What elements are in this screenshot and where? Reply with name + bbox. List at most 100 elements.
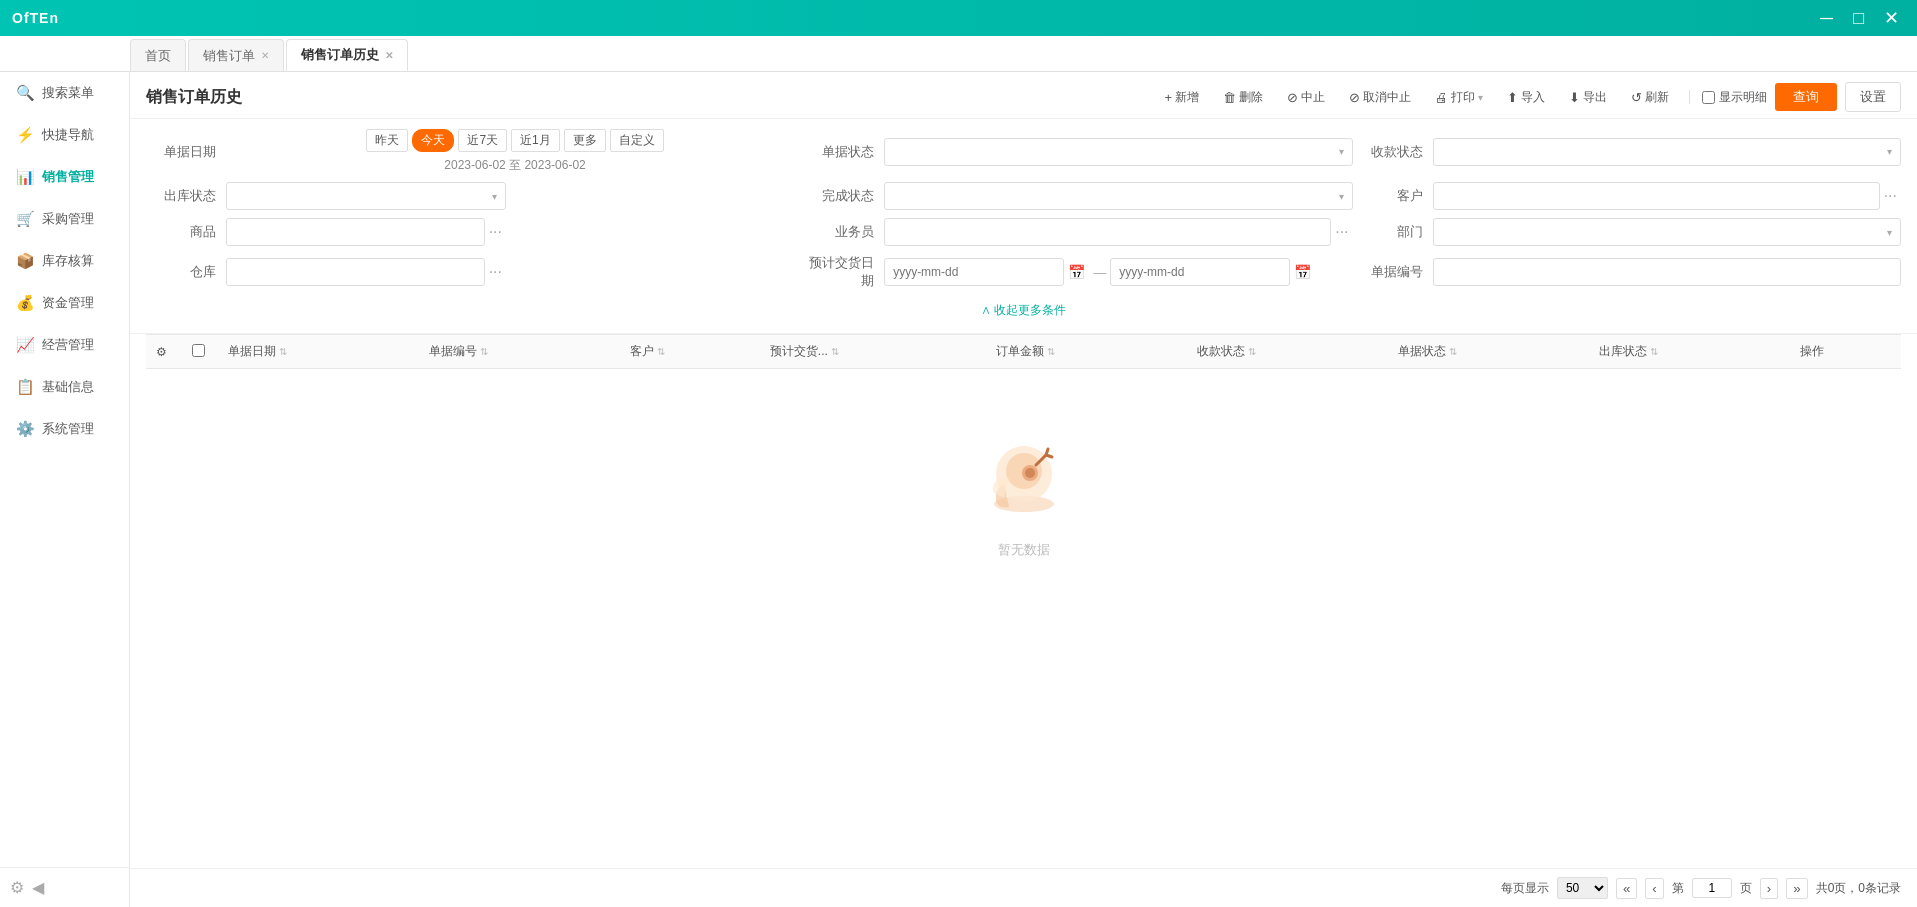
delivery-start-input[interactable] <box>884 258 1064 286</box>
sidebar-item-sales-mgmt[interactable]: 📊 销售管理 <box>0 156 129 198</box>
data-table: ⚙ 单据日期 ⇅ 单据编号 ⇅ <box>146 334 1901 369</box>
doc-status-select[interactable]: ▾ <box>884 138 1352 166</box>
search-menu-icon: 🔍 <box>16 84 34 102</box>
th-order-amount[interactable]: 订单金额 ⇅ <box>986 335 1187 369</box>
date-btn-1month[interactable]: 近1月 <box>511 129 560 152</box>
date-btn-7days[interactable]: 近7天 <box>458 129 507 152</box>
th-doc-number[interactable]: 单据编号 ⇅ <box>419 335 620 369</box>
empty-icon <box>974 429 1074 529</box>
table-header-row: ⚙ 单据日期 ⇅ 单据编号 ⇅ <box>146 335 1901 369</box>
date-range-text: 2023-06-02 至 2023-06-02 <box>444 157 585 174</box>
new-button[interactable]: + 新增 <box>1156 85 1207 110</box>
delivery-start-calendar-icon[interactable]: 📅 <box>1068 264 1085 280</box>
goods-dots[interactable]: ··· <box>485 223 506 241</box>
sidebar-item-inventory-label: 库存核算 <box>42 252 94 270</box>
complete-status-arrow: ▾ <box>1339 191 1344 202</box>
dept-select[interactable]: ▾ <box>1433 218 1901 246</box>
date-btn-more[interactable]: 更多 <box>564 129 606 152</box>
delivery-end-input[interactable] <box>1110 258 1290 286</box>
sidebar-collapse-button[interactable]: ◀ <box>32 878 44 897</box>
receipt-status-select[interactable]: ▾ <box>1433 138 1901 166</box>
receipt-status-label: 收款状态 <box>1353 143 1433 161</box>
th-receipt-status[interactable]: 收款状态 ⇅ <box>1187 335 1388 369</box>
display-toggle[interactable]: 显示明细 <box>1702 89 1767 106</box>
next-page-button[interactable]: › <box>1760 878 1778 899</box>
sidebar-item-purchase-mgmt[interactable]: 🛒 采购管理 <box>0 198 129 240</box>
sidebar-settings-button[interactable]: ⚙ <box>10 878 24 897</box>
tab-sales-order-history[interactable]: 销售订单历史 ✕ <box>286 39 408 71</box>
export-button[interactable]: ⬇ 导出 <box>1561 85 1615 110</box>
date-btn-yesterday[interactable]: 昨天 <box>366 129 408 152</box>
inventory-icon: 📦 <box>16 252 34 270</box>
page-title: 销售订单历史 <box>146 87 242 108</box>
sidebar-item-sys-mgmt[interactable]: ⚙️ 系统管理 <box>0 408 129 450</box>
gear-icon[interactable]: ⚙ <box>156 345 167 359</box>
expected-delivery-wrapper: 📅 — 📅 <box>884 258 1352 286</box>
stop-button[interactable]: ⊘ 中止 <box>1279 85 1333 110</box>
customer-input[interactable] <box>1433 182 1880 210</box>
sidebar-item-basic-info[interactable]: 📋 基础信息 <box>0 366 129 408</box>
doc-number-label: 单据编号 <box>1353 263 1433 281</box>
last-page-button[interactable]: » <box>1786 878 1807 899</box>
customer-dots[interactable]: ··· <box>1880 187 1901 205</box>
cancel-stop-button[interactable]: ⊘ 取消中止 <box>1341 85 1419 110</box>
collapse-bar[interactable]: ∧ 收起更多条件 <box>146 298 1901 323</box>
sidebar-item-inventory[interactable]: 📦 库存核算 <box>0 240 129 282</box>
import-icon: ⬆ <box>1507 90 1518 105</box>
sidebar-item-capital-mgmt[interactable]: 💰 资金管理 <box>0 282 129 324</box>
sort-customer-icon: ⇅ <box>657 346 665 357</box>
sort-out-status-icon: ⇅ <box>1650 346 1658 357</box>
th-expected-delivery[interactable]: 预计交货... ⇅ <box>760 335 986 369</box>
doc-number-input[interactable] <box>1433 258 1901 286</box>
select-all-checkbox[interactable] <box>192 344 205 357</box>
table-wrapper: ⚙ 单据日期 ⇅ 单据编号 ⇅ <box>130 334 1917 868</box>
th-customer[interactable]: 客户 ⇅ <box>620 335 760 369</box>
prev-page-button[interactable]: ‹ <box>1645 878 1663 899</box>
delivery-end-calendar-icon[interactable]: 📅 <box>1294 264 1311 280</box>
th-doc-date[interactable]: 单据日期 ⇅ <box>218 335 419 369</box>
print-button[interactable]: 🖨 打印 ▾ <box>1427 85 1491 110</box>
per-page-label: 每页显示 <box>1501 880 1549 897</box>
sort-doc-status-icon: ⇅ <box>1449 346 1457 357</box>
minimize-button[interactable]: ─ <box>1814 6 1839 31</box>
date-btn-custom[interactable]: 自定义 <box>610 129 664 152</box>
th-doc-status[interactable]: 单据状态 ⇅ <box>1388 335 1589 369</box>
page-suffix: 页 <box>1740 880 1752 897</box>
toolbar: + 新增 🗑 删除 ⊘ 中止 ⊘ 取消中止 🖨 打印 <box>1156 82 1901 112</box>
out-status-select[interactable]: ▾ <box>226 182 506 210</box>
refresh-button[interactable]: ↺ 刷新 <box>1623 85 1677 110</box>
display-toggle-checkbox[interactable] <box>1702 91 1715 104</box>
query-button[interactable]: 查询 <box>1775 83 1837 111</box>
page-input[interactable] <box>1692 878 1732 898</box>
salesman-dots[interactable]: ··· <box>1331 223 1352 241</box>
tab-sales-order-history-close[interactable]: ✕ <box>385 50 393 61</box>
th-out-status[interactable]: 出库状态 ⇅ <box>1589 335 1790 369</box>
goods-input[interactable] <box>226 218 485 246</box>
filter-col-goods: 商品 ··· <box>146 218 804 246</box>
close-window-button[interactable]: ✕ <box>1878 5 1905 31</box>
sidebar-item-quick-nav[interactable]: ⚡ 快捷导航 <box>0 114 129 156</box>
new-label: 新增 <box>1175 89 1199 106</box>
tab-home[interactable]: 首页 <box>130 39 186 71</box>
top-bar-actions: ─ □ ✕ <box>1814 5 1905 31</box>
tab-sales-order-close[interactable]: ✕ <box>261 50 269 61</box>
salesman-input[interactable] <box>884 218 1331 246</box>
filter-col-doc-status: 单据状态 ▾ <box>804 138 1352 166</box>
tab-sales-order[interactable]: 销售订单 ✕ <box>188 39 284 71</box>
content-area: 销售订单历史 + 新增 🗑 删除 ⊘ 中止 ⊘ 取消中止 <box>130 72 1917 907</box>
warehouse-input[interactable] <box>226 258 485 286</box>
maximize-button[interactable]: □ <box>1847 6 1870 31</box>
first-page-button[interactable]: « <box>1616 878 1637 899</box>
delete-button[interactable]: 🗑 删除 <box>1215 85 1271 110</box>
sidebar-item-search-menu[interactable]: 🔍 搜索菜单 <box>0 72 129 114</box>
date-btn-today[interactable]: 今天 <box>412 129 454 152</box>
setting-button[interactable]: 设置 <box>1845 82 1901 112</box>
complete-status-select[interactable]: ▾ <box>884 182 1352 210</box>
salesman-input-wrapper: ··· <box>884 218 1352 246</box>
per-page-select[interactable]: 50 10 20 100 <box>1557 877 1608 899</box>
warehouse-dots[interactable]: ··· <box>485 263 506 281</box>
import-button[interactable]: ⬆ 导入 <box>1499 85 1553 110</box>
filter-row-4: 仓库 ··· 预计交货日期 📅 — 📅 <box>146 254 1901 290</box>
basic-info-icon: 📋 <box>16 378 34 396</box>
sidebar-item-ops-mgmt[interactable]: 📈 经营管理 <box>0 324 129 366</box>
